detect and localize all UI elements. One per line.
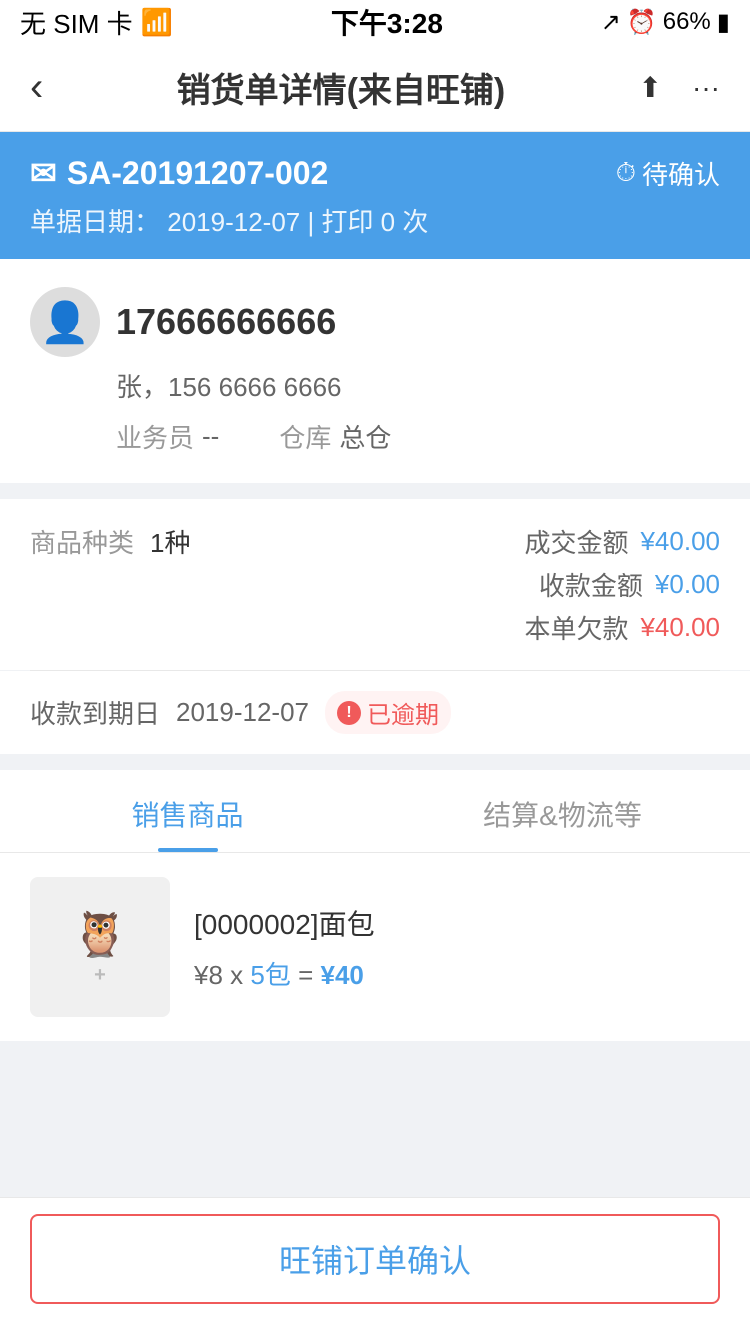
tab-settlement[interactable]: 结算&物流等 — [375, 770, 750, 852]
summary-row: 商品种类 1种 成交金额 ¥40.00 收款金额 ¥0.00 本单欠款 ¥40.… — [30, 523, 720, 646]
product-price-row: ¥8 x 5包 = ¥40 — [194, 955, 720, 992]
product-x: x — [230, 960, 243, 990]
payment-label: 收款金额 — [539, 566, 643, 603]
share-icon[interactable]: ⬆ — [639, 71, 662, 104]
status-left: 无 SIM 卡 📶 — [20, 4, 173, 41]
product-owl-icon: 🦉 — [73, 908, 128, 960]
product-type-value: 1种 — [150, 523, 190, 560]
product-image-inner: 🦉 + — [73, 908, 128, 987]
salesperson-label: 业务员 — [116, 418, 194, 455]
order-header: ✉ SA-20191207-002 ⏱ 待确认 单据日期： 2019-12-07… — [0, 132, 750, 259]
order-id-row: ✉ SA-20191207-002 ⏱ 待确认 — [30, 154, 720, 192]
tab-sales-products[interactable]: 销售商品 — [0, 770, 375, 852]
tab-settlement-label: 结算&物流等 — [483, 800, 642, 831]
wifi-icon: 📶 — [141, 7, 173, 38]
amount-label: 成交金额 — [524, 523, 628, 560]
status-right: ↗ ⏰ 66% ▮ — [601, 8, 730, 37]
tab-sales-label: 销售商品 — [131, 800, 243, 831]
customer-phone: 17666666666 — [116, 301, 336, 343]
order-id-icon: ✉ — [30, 154, 57, 192]
order-status: ⏱ 待确认 — [616, 155, 720, 192]
nav-actions: ⬆ ··· — [639, 71, 720, 104]
debt-value: ¥40.00 — [640, 612, 720, 643]
salesperson-item: 业务员 -- — [116, 418, 219, 455]
payment-row: 收款金额 ¥0.00 — [539, 566, 720, 603]
due-date-card: 收款到期日 2019-12-07 ! 已逾期 — [0, 671, 750, 754]
summary-right: 成交金额 ¥40.00 收款金额 ¥0.00 本单欠款 ¥40.00 — [524, 523, 720, 646]
print-info: | 打印 0 次 — [307, 207, 428, 237]
amount-value: ¥40.00 — [640, 526, 720, 557]
product-quantity: 5包 — [250, 960, 290, 990]
battery-icon: ▮ — [717, 8, 730, 37]
payment-value: ¥0.00 — [655, 569, 720, 600]
confirm-button-label: 旺铺订单确认 — [279, 1236, 471, 1282]
customer-row: 👤 17666666666 — [30, 287, 720, 357]
summary-card: 商品种类 1种 成交金额 ¥40.00 收款金额 ¥0.00 本单欠款 ¥40.… — [0, 499, 750, 670]
customer-card: 👤 17666666666 张，156 6666 6666 业务员 -- 仓库 … — [0, 259, 750, 483]
location-icon: ↗ — [601, 8, 621, 37]
date-label: 单据日期： — [30, 207, 160, 237]
debt-row: 本单欠款 ¥40.00 — [524, 609, 720, 646]
overdue-icon: ! — [337, 701, 361, 725]
order-id: ✉ SA-20191207-002 — [30, 154, 328, 192]
product-type-label: 商品种类 — [30, 523, 134, 560]
avatar: 👤 — [30, 287, 100, 357]
warehouse-label: 仓库 — [279, 418, 331, 455]
divider-1 — [0, 483, 750, 499]
salesperson-value: -- — [202, 421, 219, 452]
customer-name: 张，156 6666 6666 — [116, 367, 720, 404]
alarm-icon: ⏰ — [627, 8, 657, 37]
product-name: [0000002]面包 — [194, 903, 720, 943]
product-equals-sign: = — [298, 960, 313, 990]
due-date-value: 2019-12-07 — [176, 697, 309, 728]
status-bar: 无 SIM 卡 📶 下午3:28 ↗ ⏰ 66% ▮ — [0, 0, 750, 44]
product-image: 🦉 + — [30, 877, 170, 1017]
tabs-bar: 销售商品 结算&物流等 — [0, 770, 750, 853]
status-clock-icon: ⏱ — [616, 157, 636, 189]
confirm-order-button[interactable]: 旺铺订单确认 — [30, 1214, 720, 1304]
date-value: 2019-12-07 — [167, 207, 300, 237]
warehouse-item: 仓库 总仓 — [279, 418, 391, 455]
order-date: 单据日期： 2019-12-07 | 打印 0 次 — [30, 202, 720, 239]
customer-meta: 业务员 -- 仓库 总仓 — [116, 418, 720, 455]
back-button[interactable]: ‹ — [30, 65, 43, 110]
divider-2 — [0, 754, 750, 770]
product-price: ¥8 — [194, 960, 223, 990]
debt-label: 本单欠款 — [524, 609, 628, 646]
more-icon[interactable]: ··· — [692, 72, 720, 104]
nav-bar: ‹ 销货单详情(来自旺铺) ⬆ ··· — [0, 44, 750, 132]
product-card: 🦉 + [0000002]面包 ¥8 x 5包 = ¥40 — [0, 853, 750, 1041]
avatar-icon: 👤 — [40, 299, 90, 346]
product-plus-text: + — [94, 964, 106, 987]
no-sim-text: 无 SIM 卡 — [20, 4, 133, 41]
status-time: 下午3:28 — [331, 2, 443, 42]
overdue-badge: ! 已逾期 — [325, 691, 451, 734]
summary-left: 商品种类 1种 — [30, 523, 190, 560]
overdue-text: 已逾期 — [367, 695, 439, 730]
due-date-label: 收款到期日 — [30, 694, 160, 731]
order-id-text: SA-20191207-002 — [67, 155, 329, 192]
page-title: 销货单详情(来自旺铺) — [177, 63, 506, 112]
amount-row: 成交金额 ¥40.00 — [524, 523, 720, 560]
status-text: 待确认 — [642, 155, 720, 192]
battery-text: 66% — [663, 8, 711, 36]
bottom-bar: 旺铺订单确认 — [0, 1197, 750, 1334]
product-total: ¥40 — [321, 960, 364, 990]
warehouse-value: 总仓 — [339, 418, 391, 455]
product-info: [0000002]面包 ¥8 x 5包 = ¥40 — [194, 903, 720, 992]
